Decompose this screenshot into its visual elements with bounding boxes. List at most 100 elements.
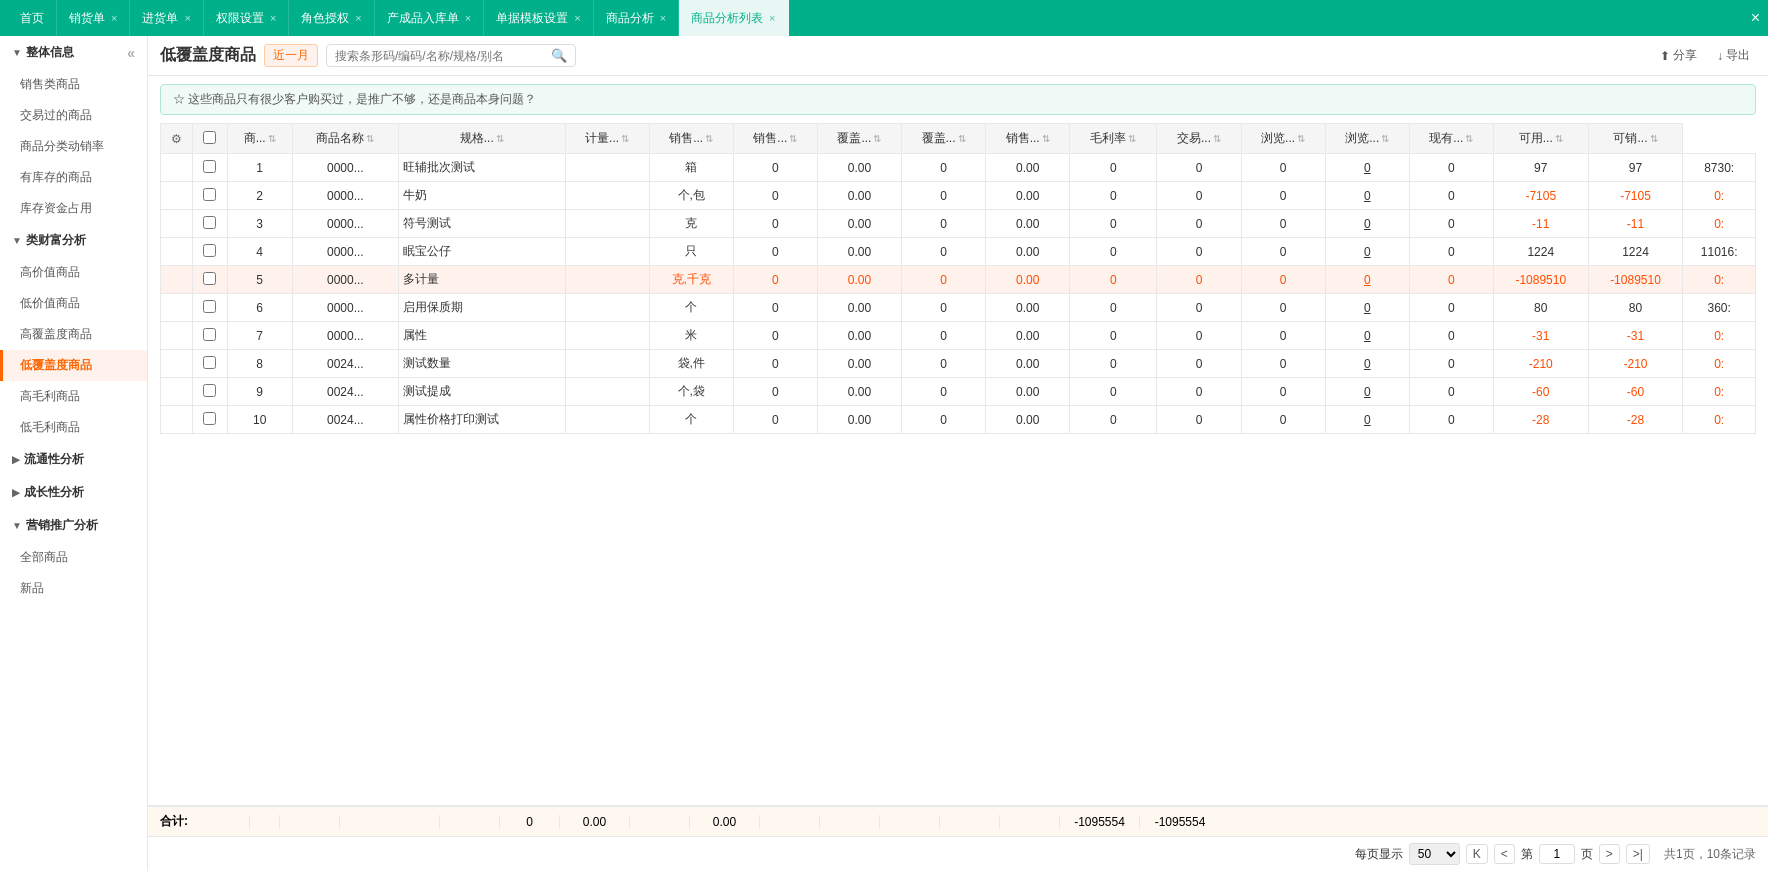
cell-name[interactable]: 属性价格打印测试	[398, 406, 565, 434]
sidebar-item-stock-capital[interactable]: 库存资金占用	[0, 193, 147, 224]
cell-browse1[interactable]: 0	[1325, 350, 1409, 378]
cell-browse1[interactable]: 0	[1325, 294, 1409, 322]
col-transaction[interactable]: 交易...⇅	[1157, 124, 1241, 154]
select-all-checkbox[interactable]	[203, 131, 216, 144]
col-browse1[interactable]: 浏览...⇅	[1241, 124, 1325, 154]
col-checkbox[interactable]	[192, 124, 227, 154]
sidebar-item-high-coverage[interactable]: 高覆盖度商品	[0, 319, 147, 350]
sidebar-section-overall[interactable]: ▼ 整体信息 «	[0, 36, 147, 69]
first-page-button[interactable]: K	[1466, 844, 1488, 864]
cell-browse1[interactable]: 0	[1325, 210, 1409, 238]
cell-name[interactable]: 启用保质期	[398, 294, 565, 322]
cell-browse1[interactable]: 0	[1325, 238, 1409, 266]
row-checkbox[interactable]	[203, 384, 216, 397]
col-code[interactable]: 商...⇅	[227, 124, 292, 154]
nav-item-roles[interactable]: 角色授权 ×	[289, 0, 374, 36]
collapse-sidebar-icon[interactable]: «	[127, 45, 135, 61]
sidebar-item-new-products[interactable]: 新品	[0, 573, 147, 604]
sidebar-item-low-value[interactable]: 低价值商品	[0, 288, 147, 319]
sidebar-section-marketing[interactable]: ▼ 营销推广分析	[0, 509, 147, 542]
col-sales-amount[interactable]: 销售...⇅	[733, 124, 817, 154]
sidebar-item-sales-products[interactable]: 销售类商品	[0, 69, 147, 100]
cell-browse1[interactable]: 0	[1325, 266, 1409, 294]
col-settings[interactable]: ⚙	[161, 124, 193, 154]
export-button[interactable]: ↓ 导出	[1711, 44, 1756, 67]
cell-browse1[interactable]: 0	[1325, 322, 1409, 350]
col-current-stock[interactable]: 现有...⇅	[1409, 124, 1493, 154]
col-spec[interactable]: 规格...⇅	[398, 124, 565, 154]
share-button[interactable]: ⬆ 分享	[1654, 44, 1703, 67]
sidebar-item-low-margin[interactable]: 低毛利商品	[0, 412, 147, 443]
cell-name[interactable]: 符号测试	[398, 210, 565, 238]
prev-page-button[interactable]: <	[1494, 844, 1515, 864]
col-saleable[interactable]: 可销...⇅	[1588, 124, 1683, 154]
next-page-button[interactable]: >	[1599, 844, 1620, 864]
last-page-button[interactable]: >|	[1626, 844, 1650, 864]
nav-item-analysis-list[interactable]: 商品分析列表 ×	[679, 0, 788, 36]
sidebar-item-traded-products[interactable]: 交易过的商品	[0, 100, 147, 131]
row-checkbox[interactable]	[203, 244, 216, 257]
row-checkbox[interactable]	[203, 328, 216, 341]
cell-name[interactable]: 属性	[398, 322, 565, 350]
row-checkbox[interactable]	[203, 160, 216, 173]
close-icon[interactable]: ×	[111, 12, 117, 24]
sidebar-section-wealth[interactable]: ▼ 类财富分析	[0, 224, 147, 257]
cell-name[interactable]: 测试数量	[398, 350, 565, 378]
cell-name[interactable]: 多计量	[398, 266, 565, 294]
row-checkbox[interactable]	[203, 356, 216, 369]
row-checkbox[interactable]	[203, 412, 216, 425]
col-coverage1[interactable]: 覆盖...⇅	[817, 124, 901, 154]
row-checkbox[interactable]	[203, 216, 216, 229]
col-sales3[interactable]: 销售...⇅	[986, 124, 1070, 154]
nav-item-sales[interactable]: 销货单 ×	[57, 0, 130, 36]
search-input[interactable]	[335, 49, 551, 63]
col-name[interactable]: 商品名称⇅	[292, 124, 398, 154]
page-input[interactable]	[1539, 844, 1575, 864]
per-page-select[interactable]: 50 10 20 100	[1409, 843, 1460, 865]
sidebar-section-growth[interactable]: ▶ 成长性分析	[0, 476, 147, 509]
close-icon[interactable]: ×	[660, 12, 666, 24]
close-icon[interactable]: ×	[465, 12, 471, 24]
search-icon[interactable]: 🔍	[551, 48, 567, 63]
cell-browse1[interactable]: 0	[1325, 378, 1409, 406]
cell-name[interactable]: 旺辅批次测试	[398, 154, 565, 182]
close-icon[interactable]: ×	[184, 12, 190, 24]
sidebar-item-high-value[interactable]: 高价值商品	[0, 257, 147, 288]
cell-browse1[interactable]: 0	[1325, 154, 1409, 182]
settings-icon[interactable]: ⚙	[171, 132, 182, 146]
close-icon[interactable]: ×	[355, 12, 361, 24]
col-sales-qty[interactable]: 销售...⇅	[649, 124, 733, 154]
cell-browse1[interactable]: 0	[1325, 406, 1409, 434]
cell-name[interactable]: 眠宝公仔	[398, 238, 565, 266]
sidebar-item-category-rate[interactable]: 商品分类动销率	[0, 131, 147, 162]
cell-name[interactable]: 牛奶	[398, 182, 565, 210]
row-checkbox[interactable]	[203, 272, 216, 285]
row-checkbox[interactable]	[203, 300, 216, 313]
col-available-stock[interactable]: 可用...⇅	[1493, 124, 1588, 154]
nav-item-purchase[interactable]: 进货单 ×	[130, 0, 203, 36]
sidebar-item-all-products[interactable]: 全部商品	[0, 542, 147, 573]
date-filter-button[interactable]: 近一月	[264, 44, 318, 67]
col-browse2[interactable]: 浏览...⇅	[1325, 124, 1409, 154]
sidebar-item-high-margin[interactable]: 高毛利商品	[0, 381, 147, 412]
close-icon[interactable]: ×	[574, 12, 580, 24]
col-unit[interactable]: 计量...⇅	[565, 124, 649, 154]
sidebar-section-liquidity[interactable]: ▶ 流通性分析	[0, 443, 147, 476]
nav-item-product-analysis[interactable]: 商品分析 ×	[594, 0, 679, 36]
nav-item-home[interactable]: 首页	[8, 0, 57, 36]
col-gross-margin[interactable]: 毛利率⇅	[1070, 124, 1157, 154]
row-checkbox[interactable]	[203, 188, 216, 201]
nav-item-template[interactable]: 单据模板设置 ×	[484, 0, 593, 36]
close-all-button[interactable]: ×	[1751, 9, 1760, 27]
sidebar-item-stock-products[interactable]: 有库存的商品	[0, 162, 147, 193]
close-icon[interactable]: ×	[769, 12, 775, 24]
cell-browse1[interactable]: 0	[1325, 182, 1409, 210]
cell-sales-amount: 0.00	[817, 238, 901, 266]
cell-sales-qty: 0	[733, 406, 817, 434]
nav-item-finished-goods[interactable]: 产成品入库单 ×	[375, 0, 484, 36]
close-icon[interactable]: ×	[270, 12, 276, 24]
nav-item-permissions[interactable]: 权限设置 ×	[204, 0, 289, 36]
cell-name[interactable]: 测试提成	[398, 378, 565, 406]
col-coverage2[interactable]: 覆盖...⇅	[901, 124, 985, 154]
sidebar-item-low-coverage[interactable]: 低覆盖度商品	[0, 350, 147, 381]
